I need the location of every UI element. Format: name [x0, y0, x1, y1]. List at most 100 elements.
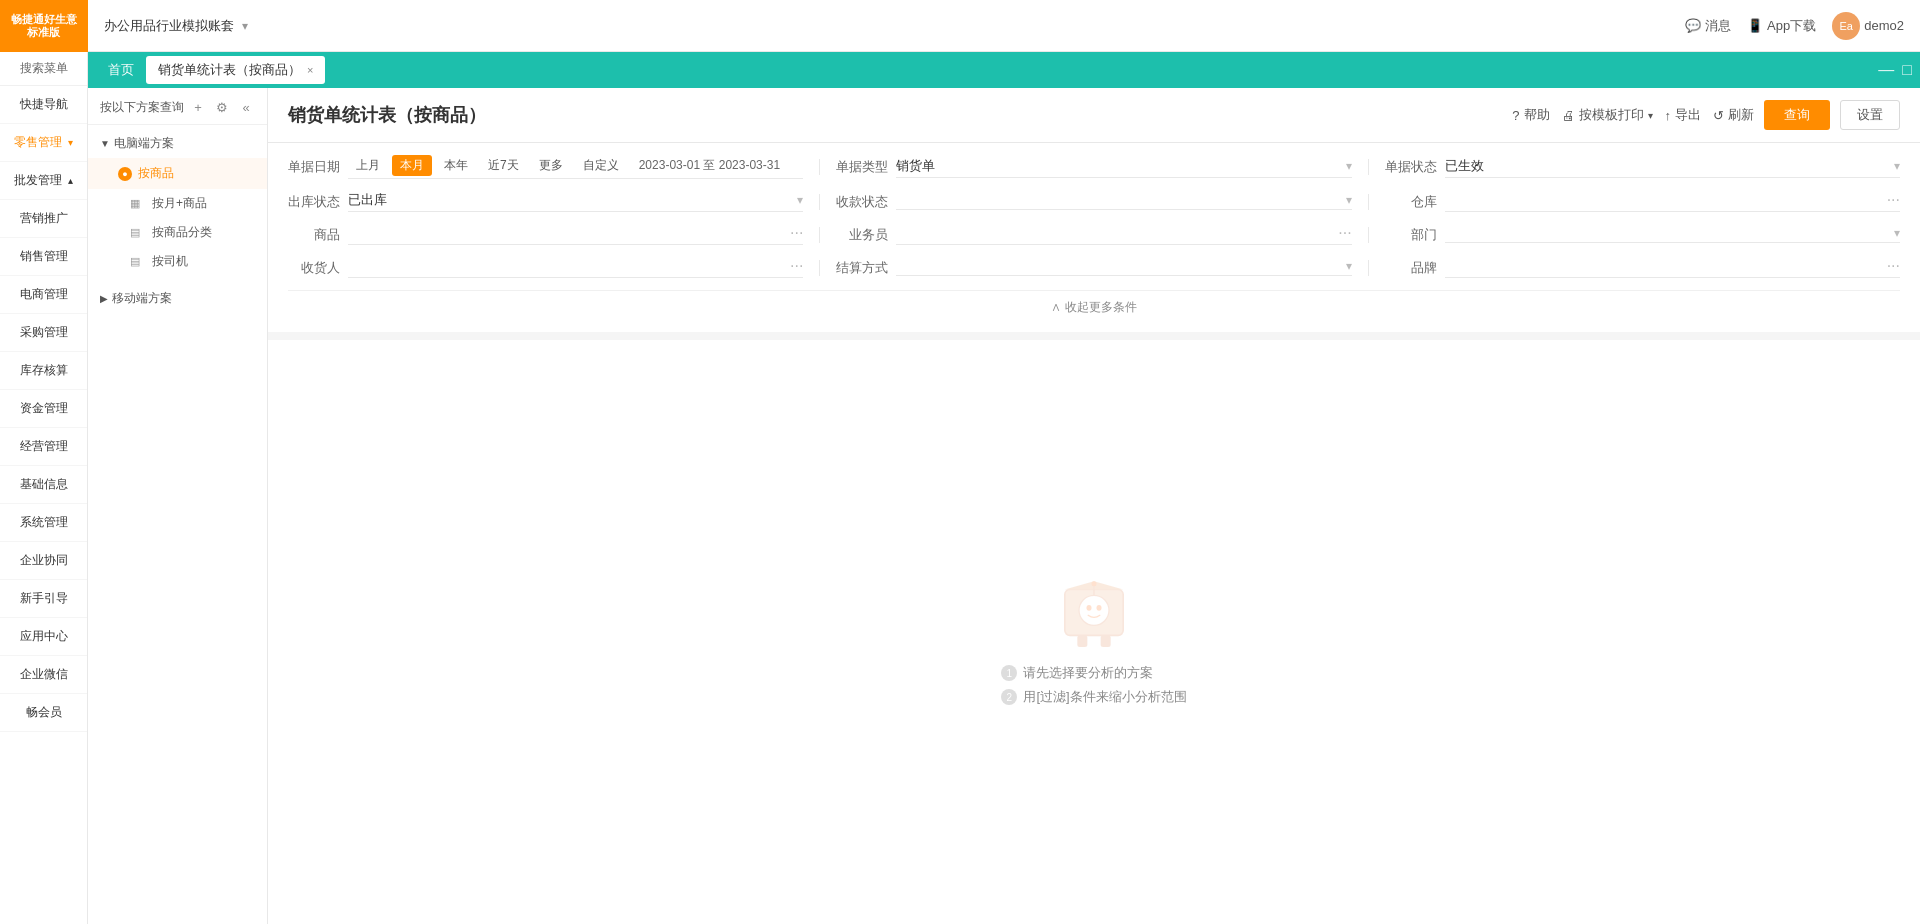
sidebar-item-wechat[interactable]: 企业微信 — [0, 656, 87, 694]
template-print-btn[interactable]: 🖨 按模板打印 ▾ — [1562, 106, 1653, 124]
filter-payment-method-control[interactable]: ▾ — [896, 259, 1351, 276]
tab-sales-stat[interactable]: 销货单统计表（按商品） × — [146, 56, 325, 84]
filter-department-label: 部门 — [1385, 226, 1437, 244]
settings-scheme-btn[interactable]: ⚙ — [213, 98, 231, 116]
sidebar-item-newbie[interactable]: 新手引导 — [0, 580, 87, 618]
scheme-item-by-product-label: 按商品 — [138, 165, 174, 182]
sidebar-item-finance[interactable]: 资金管理 — [0, 390, 87, 428]
query-btn[interactable]: 查询 — [1764, 100, 1830, 130]
filter-product-dots[interactable]: ··· — [790, 224, 803, 242]
collapse-filter-btn[interactable]: ∧ 收起更多条件 — [288, 290, 1900, 320]
filter-status-value: 已生效 — [1445, 157, 1890, 175]
sidebar-item-basic[interactable]: 基础信息 — [0, 466, 87, 504]
filter-salesperson-dots[interactable]: ··· — [1338, 224, 1351, 242]
svg-rect-7 — [1101, 635, 1111, 647]
scheme-group-mobile-title[interactable]: ▶ 移动端方案 — [88, 284, 267, 313]
date-btn-last-month[interactable]: 上月 — [348, 155, 388, 176]
avatar: Ea — [1832, 12, 1860, 40]
filter-out-status-label: 出库状态 — [288, 193, 340, 211]
help-label: 帮助 — [1524, 106, 1550, 124]
settings-btn[interactable]: 设置 — [1840, 100, 1900, 130]
topbar-right: 💬 消息 📱 App下载 Ea demo2 — [1685, 12, 1904, 40]
sidebar-item-ecommerce[interactable]: 电商管理 — [0, 276, 87, 314]
scheme-group-pc-title[interactable]: ▼ 电脑端方案 — [88, 129, 267, 158]
scheme-item-by-product[interactable]: ● 按商品 — [88, 158, 267, 189]
sidebar-quick-nav[interactable]: 快捷导航 — [0, 86, 87, 124]
filter-brand-dots[interactable]: ··· — [1887, 257, 1900, 275]
help-btn[interactable]: ? 帮助 — [1512, 106, 1549, 124]
add-scheme-btn[interactable]: + — [189, 98, 207, 116]
filter-salesperson-control[interactable]: ··· — [896, 224, 1351, 245]
filter-collect-status-control[interactable]: ▾ — [896, 193, 1351, 210]
filter-type: 单据类型 销货单 ▾ — [836, 157, 1351, 178]
date-range-value: 2023-03-01 至 2023-03-31 — [639, 157, 780, 174]
scheme-group-mobile-label: 移动端方案 — [112, 290, 172, 307]
sidebar-item-member[interactable]: 畅会员 — [0, 694, 87, 732]
scheme-item-by-printer[interactable]: ▤ 按司机 — [88, 247, 267, 276]
app-download-btn[interactable]: 📱 App下载 — [1747, 17, 1816, 35]
filter-out-status: 出库状态 已出库 ▾ — [288, 191, 803, 212]
collapse-panel-btn[interactable]: « — [237, 98, 255, 116]
filter-recipient: 收货人 ··· — [288, 257, 803, 278]
empty-tip-1: 1 请先选择要分析的方案 — [1001, 664, 1186, 682]
sidebar-item-enterprise[interactable]: 企业协同 — [0, 542, 87, 580]
filter-department-arrow: ▾ — [1894, 226, 1900, 240]
filter-status-control[interactable]: 已生效 ▾ — [1445, 157, 1900, 178]
filter-out-status-control[interactable]: 已出库 ▾ — [348, 191, 803, 212]
filter-recipient-dots[interactable]: ··· — [790, 257, 803, 275]
user-area[interactable]: Ea demo2 — [1832, 12, 1904, 40]
help-icon: ? — [1512, 108, 1519, 123]
export-label: 导出 — [1675, 106, 1701, 124]
date-btn-current-month[interactable]: 本月 — [392, 155, 432, 176]
tab-home[interactable]: 首页 — [96, 56, 146, 84]
svg-rect-6 — [1077, 635, 1087, 647]
sidebar-item-system[interactable]: 系统管理 — [0, 504, 87, 542]
sidebar-item-marketing[interactable]: 营销推广 — [0, 200, 87, 238]
content-area: 按以下方案查询 + ⚙ « ▼ 电脑端方案 ● 按商品 ▦ — [88, 88, 1920, 924]
date-btn-more[interactable]: 更多 — [531, 155, 571, 176]
refresh-btn[interactable]: ↺ 刷新 — [1713, 106, 1754, 124]
sidebar-item-purchase[interactable]: 采购管理 — [0, 314, 87, 352]
sidebar-search[interactable]: 搜索菜单 — [0, 52, 87, 86]
filter-warehouse-control[interactable]: ··· — [1445, 191, 1900, 212]
filter-brand-control[interactable]: ··· — [1445, 257, 1900, 278]
filter-row-1: 单据日期 上月 本月 本年 近7天 更多 自定义 2023-03-01 至 20… — [288, 155, 1900, 179]
filter-type-arrow: ▾ — [1346, 159, 1352, 173]
tab-close-icon[interactable]: × — [307, 64, 313, 76]
sidebar-item-operation[interactable]: 经营管理 — [0, 428, 87, 466]
filter-department-control[interactable]: ▾ — [1445, 226, 1900, 243]
app-logo[interactable]: 畅捷通好生意 标准版 — [0, 0, 88, 52]
filter-warehouse-dots[interactable]: ··· — [1887, 191, 1900, 209]
filter-recipient-label: 收货人 — [288, 259, 340, 277]
sidebar-item-retail-label: 零售管理 — [14, 135, 62, 149]
sidebar-item-wholesale[interactable]: 批发管理 ▴ — [0, 162, 87, 200]
message-btn[interactable]: 💬 消息 — [1685, 17, 1731, 35]
scheme-item-by-printer-label: 按司机 — [152, 253, 188, 270]
collapse-label: ∧ 收起更多条件 — [1051, 299, 1136, 316]
tabbar-maximize-icon[interactable]: □ — [1902, 61, 1912, 79]
filter-type-control[interactable]: 销货单 ▾ — [896, 157, 1351, 178]
scheme-item-by-month-product[interactable]: ▦ 按月+商品 — [88, 189, 267, 218]
scheme-group-pc-arrow: ▼ — [100, 138, 110, 149]
tip-num-2: 2 — [1001, 689, 1017, 705]
date-btn-7days[interactable]: 近7天 — [480, 155, 527, 176]
sidebar-item-app-center[interactable]: 应用中心 — [0, 618, 87, 656]
date-btn-current-year[interactable]: 本年 — [436, 155, 476, 176]
sidebar-item-retail[interactable]: 零售管理 ▾ — [0, 124, 87, 162]
tabbar-minimize-icon[interactable]: — — [1878, 61, 1894, 79]
export-btn[interactable]: ↑ 导出 — [1665, 106, 1702, 124]
date-btn-custom[interactable]: 自定义 — [575, 155, 627, 176]
sidebar-item-inventory[interactable]: 库存核算 — [0, 352, 87, 390]
filter-collect-status-label: 收款状态 — [836, 193, 888, 211]
scheme-item-by-category[interactable]: ▤ 按商品分类 — [88, 218, 267, 247]
industry-dropdown-icon[interactable]: ▾ — [242, 19, 248, 33]
filter-product-control[interactable]: ··· — [348, 224, 803, 245]
tabbar: 首页 销货单统计表（按商品） × — □ — [88, 52, 1920, 88]
sidebar-item-sales-mgmt[interactable]: 销售管理 — [0, 238, 87, 276]
topbar-left: 办公用品行业模拟账套 ▾ — [104, 17, 248, 35]
filter-product: 商品 ··· — [288, 224, 803, 245]
template-print-label: 按模板打印 — [1579, 106, 1644, 124]
refresh-label: 刷新 — [1728, 106, 1754, 124]
filter-sep-1 — [819, 159, 820, 175]
filter-recipient-control[interactable]: ··· — [348, 257, 803, 278]
